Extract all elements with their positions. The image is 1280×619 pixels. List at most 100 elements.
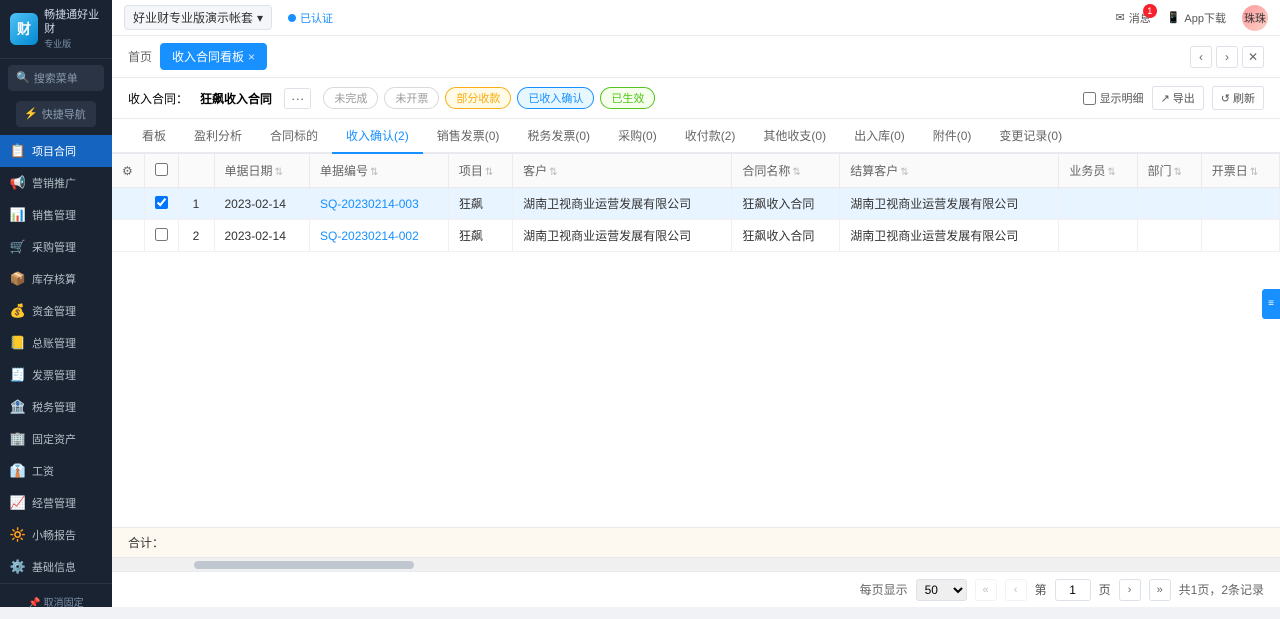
sidebar-item-hr[interactable]: 👔 工资 — [0, 455, 112, 487]
column-end-customer[interactable]: 结算客户⇅ — [840, 154, 1059, 188]
side-panel-icon[interactable]: ≡ — [1262, 289, 1280, 319]
status-tag-已生效[interactable]: 已生效 — [600, 87, 655, 109]
sidebar-item-funds[interactable]: 💰 资金管理 — [0, 295, 112, 327]
tab-其他收支[interactable]: 其他收支(0) — [749, 119, 840, 154]
row-checkbox-1[interactable] — [155, 228, 168, 241]
tab-收付款[interactable]: 收付款(2) — [671, 119, 750, 154]
gear-icon[interactable]: ⚙ — [122, 164, 133, 178]
row-check-1[interactable] — [144, 220, 178, 252]
column-department[interactable]: 部门⇅ — [1137, 154, 1201, 188]
page-size-select[interactable]: 50 20 100 — [916, 579, 967, 601]
sidebar-item-assets[interactable]: 🏢 固定资产 — [0, 423, 112, 455]
message-badge: 1 — [1143, 4, 1157, 18]
row-contract-name-1: 狂飙收入合同 — [732, 220, 840, 252]
download-icon: 📱 — [1167, 11, 1181, 24]
pin-button[interactable]: 📌 取消固定 — [6, 590, 106, 613]
row-contract-name-0: 狂飙收入合同 — [732, 188, 840, 220]
scroll-thumb[interactable] — [194, 561, 414, 569]
column-number[interactable]: 单据编号⇅ — [310, 154, 449, 188]
quick-nav-button[interactable]: ⚡ 快捷导航 — [16, 101, 96, 127]
select-all-checkbox[interactable] — [155, 163, 168, 176]
tab-销售发票[interactable]: 销售发票(0) — [423, 119, 514, 154]
sidebar-item-basic[interactable]: ⚙️ 基础信息 — [0, 551, 112, 583]
row-salesperson-0 — [1059, 188, 1137, 220]
status-tag-未完成[interactable]: 未完成 — [323, 87, 378, 109]
row-checkbox-0[interactable] — [155, 196, 168, 209]
message-button[interactable]: ✉ 消息 1 — [1116, 10, 1151, 26]
row-number-1[interactable]: SQ-20230214-002 — [310, 220, 449, 252]
nav-right-button[interactable]: › — [1216, 46, 1238, 68]
app-download-button[interactable]: 📱 App下载 — [1167, 10, 1226, 26]
sort-project-icon: ⇅ — [485, 167, 493, 178]
tab-合同标的[interactable]: 合同标的 — [256, 119, 332, 154]
active-tab-button[interactable]: 收入合同看板 × — [160, 43, 267, 70]
row-check-0[interactable] — [144, 188, 178, 220]
column-check[interactable] — [144, 154, 178, 188]
close-tab-icon[interactable]: × — [248, 50, 255, 64]
nav-close-button[interactable]: ✕ — [1242, 46, 1264, 68]
tab-附件[interactable]: 附件(0) — [919, 119, 986, 154]
sidebar-label-ops: 经营管理 — [32, 495, 76, 511]
sidebar-item-purchase[interactable]: 🛒 采购管理 — [0, 231, 112, 263]
last-page-button[interactable]: » — [1149, 579, 1171, 601]
tab-变更记录[interactable]: 变更记录(0) — [985, 119, 1076, 154]
tab-看板[interactable]: 看板 — [128, 119, 180, 154]
breadcrumb-bar: 首页 收入合同看板 × ‹ › ✕ — [112, 36, 1280, 78]
company-selector[interactable]: 好业财专业版演示帐套 ▾ — [124, 5, 272, 30]
row-settings-0[interactable] — [112, 188, 144, 220]
tab-盈利分析[interactable]: 盈利分析 — [180, 119, 256, 154]
column-project[interactable]: 项目⇅ — [448, 154, 512, 188]
search-menu-button[interactable]: 🔍 搜索菜单 — [8, 65, 104, 91]
sort-customer-icon: ⇅ — [549, 167, 557, 178]
status-tag-未开票[interactable]: 未开票 — [384, 87, 439, 109]
status-tag-已收入确认[interactable]: 已收入确认 — [517, 87, 594, 109]
scroll-bar-area[interactable] — [112, 557, 1280, 571]
page-number-input[interactable] — [1055, 579, 1091, 601]
nav-left-button[interactable]: ‹ — [1190, 46, 1212, 68]
sidebar-item-report[interactable]: 🔆 小畅报告 — [0, 519, 112, 551]
sidebar-item-project[interactable]: 📋 项目合同 — [0, 135, 112, 167]
column-contract-name[interactable]: 合同名称⇅ — [732, 154, 840, 188]
breadcrumb-home[interactable]: 首页 — [128, 48, 152, 65]
sidebar-item-invoice[interactable]: 🧾 发票管理 — [0, 359, 112, 391]
column-settings[interactable]: ⚙ — [112, 154, 144, 188]
show-detail-label[interactable]: 显示明细 — [1083, 86, 1144, 110]
tab-收入确认[interactable]: 收入确认(2) — [332, 119, 423, 154]
sidebar-item-general[interactable]: 📒 总账管理 — [0, 327, 112, 359]
column-open-date[interactable]: 开票日⇅ — [1201, 154, 1279, 188]
sidebar-item-marketing[interactable]: 📢 营销推广 — [0, 167, 112, 199]
avatar[interactable]: 珠珠 — [1242, 5, 1268, 31]
export-button[interactable]: ↗ 导出 — [1152, 86, 1204, 110]
contract-actions: 显示明细 ↗ 导出 ↺ 刷新 — [1083, 86, 1264, 110]
column-date[interactable]: 单据日期⇅ — [214, 154, 310, 188]
sidebar-label-inventory: 库存核算 — [32, 271, 76, 287]
tab-采购[interactable]: 采购(0) — [604, 119, 671, 154]
row-number-0[interactable]: SQ-20230214-003 — [310, 188, 449, 220]
sidebar-item-ops[interactable]: 📈 经营管理 — [0, 487, 112, 519]
table-row[interactable]: 1 2023-02-14 SQ-20230214-003 狂飙 湖南卫视商业运营… — [112, 188, 1280, 220]
column-customer[interactable]: 客户⇅ — [513, 154, 732, 188]
row-settings-1[interactable] — [112, 220, 144, 252]
tab-出入库[interactable]: 出入库(0) — [840, 119, 919, 154]
column-salesperson[interactable]: 业务员⇅ — [1059, 154, 1137, 188]
sidebar-item-sales[interactable]: 📊 销售管理 — [0, 199, 112, 231]
tab-税务发票[interactable]: 税务发票(0) — [513, 119, 604, 154]
table-area[interactable]: ⚙ 单据日期⇅ 单据编号⇅ 项目⇅ 客户⇅ 合同名称⇅ 结算客户⇅ 业务员⇅ 部… — [112, 154, 1280, 527]
certified-badge: 已认证 — [288, 10, 333, 26]
prev-page-button[interactable]: ‹ — [1005, 579, 1027, 601]
refresh-button[interactable]: ↺ 刷新 — [1212, 86, 1264, 110]
app-edition: 专业版 — [44, 37, 102, 50]
row-number-link-1[interactable]: SQ-20230214-002 — [320, 229, 419, 243]
table-row[interactable]: 2 2023-02-14 SQ-20230214-002 狂飙 湖南卫视商业运营… — [112, 220, 1280, 252]
show-detail-checkbox[interactable] — [1083, 92, 1096, 105]
row-number-link-0[interactable]: SQ-20230214-003 — [320, 197, 419, 211]
sidebar-item-tax[interactable]: 🏦 税务管理 — [0, 391, 112, 423]
status-tag-部分收款[interactable]: 部分收款 — [445, 87, 511, 109]
first-page-button[interactable]: « — [975, 579, 997, 601]
more-button[interactable]: ··· — [284, 88, 311, 109]
next-page-button[interactable]: › — [1119, 579, 1141, 601]
sidebar-item-inventory[interactable]: 📦 库存核算 — [0, 263, 112, 295]
data-table: ⚙ 单据日期⇅ 单据编号⇅ 项目⇅ 客户⇅ 合同名称⇅ 结算客户⇅ 业务员⇅ 部… — [112, 154, 1280, 252]
sidebar-label-general: 总账管理 — [32, 335, 76, 351]
sidebar-icon-assets: 🏢 — [10, 431, 26, 447]
